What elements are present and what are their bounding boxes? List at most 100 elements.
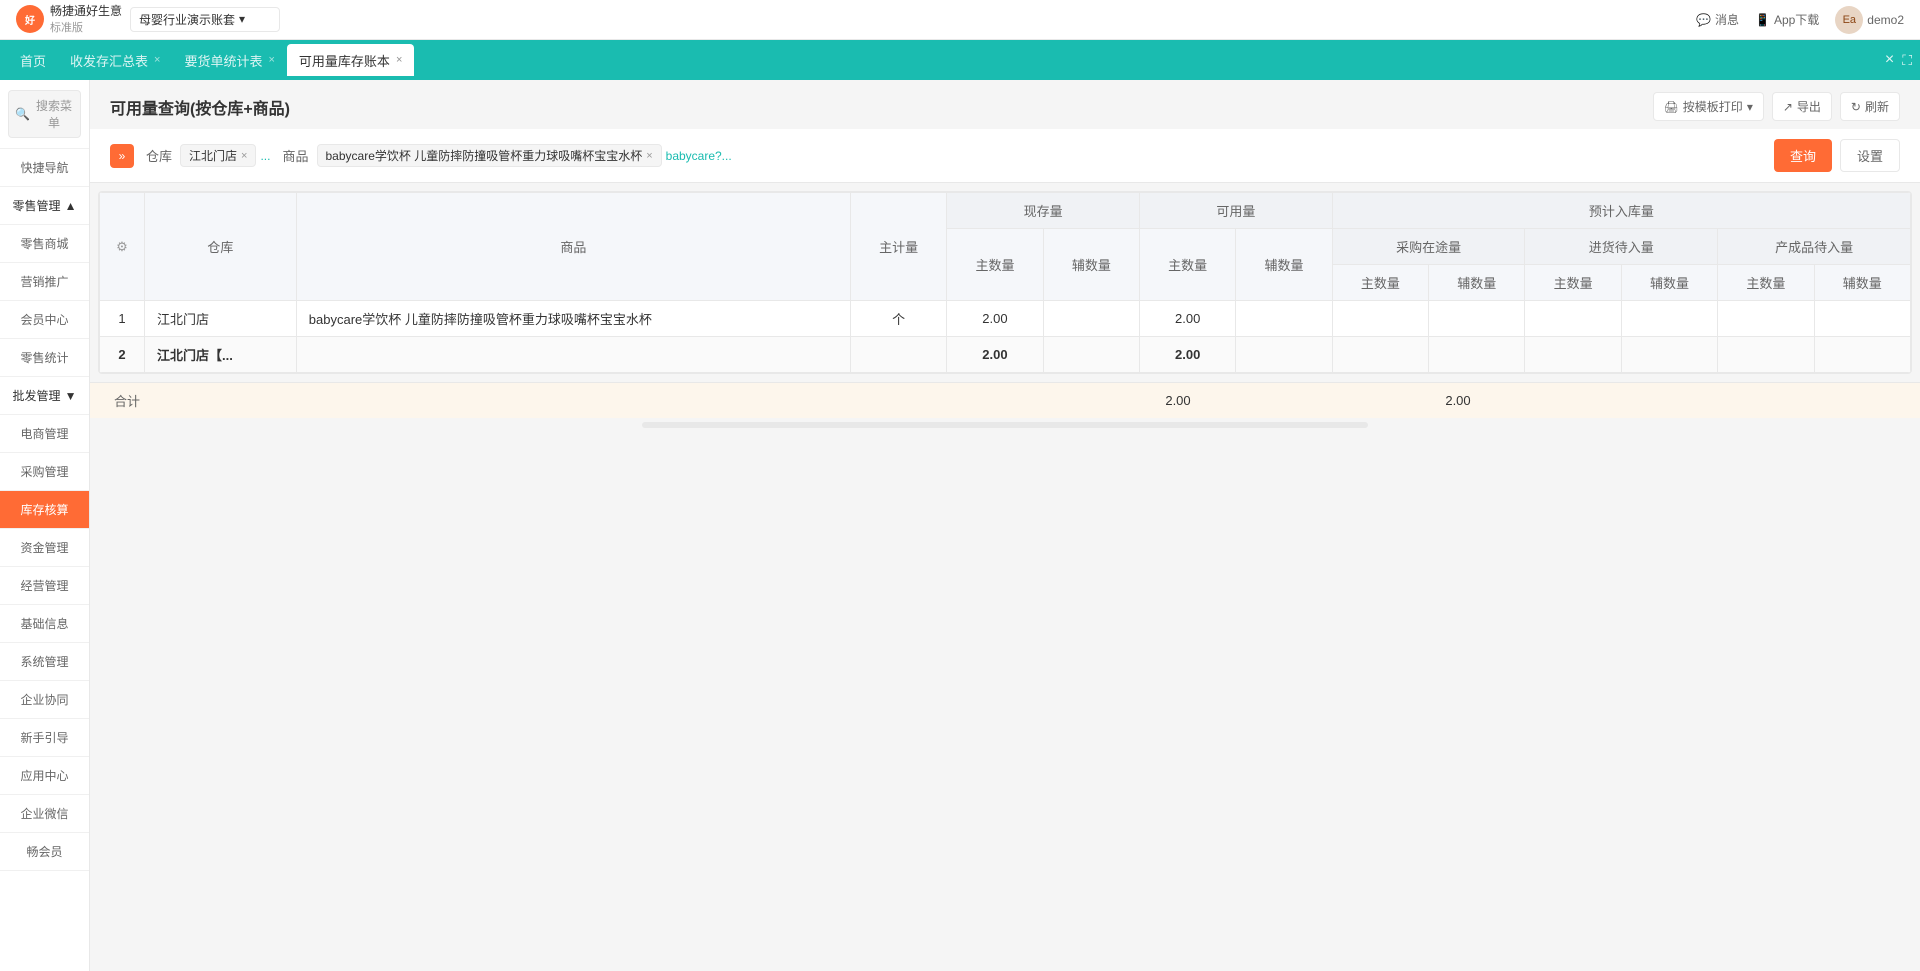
sidebar: 🔍 搜索菜单 快捷导航 零售管理 ▲ 零售商城 营销推广 会员中心 零售统计 批… [0, 80, 90, 971]
col-purchase-onway-main: 主数量 [1332, 265, 1428, 301]
tab-home-label: 首页 [20, 51, 46, 70]
tab-receive-send[interactable]: 收发存汇总表 × [58, 44, 172, 76]
export-btn[interactable]: ↗ 导出 [1772, 92, 1832, 121]
sidebar-item-vip[interactable]: 畅会员 [0, 833, 89, 871]
col-purchase-onway-aux: 辅数量 [1429, 265, 1525, 301]
warehouse-filter-tags: 江北门店 × ... [180, 144, 270, 167]
footer-label: 合计 [102, 391, 152, 410]
sidebar-item-wholesale-label: 批发管理 [13, 387, 61, 404]
close-all-tabs[interactable]: × [1885, 51, 1894, 69]
tab-order-stats[interactable]: 要货单统计表 × [172, 44, 286, 76]
sidebar-item-new-guide[interactable]: 新手引导 [0, 719, 89, 757]
logo-area: 好 畅捷通好生意 标准版 [16, 4, 122, 34]
refresh-btn[interactable]: ↻ 刷新 [1840, 92, 1900, 121]
sidebar-item-retail-stats[interactable]: 零售统计 [0, 339, 89, 377]
sidebar-item-system[interactable]: 系统管理 [0, 643, 89, 681]
sidebar-item-basic-info[interactable]: 基础信息 [0, 605, 89, 643]
product-tag-remove[interactable]: × [646, 150, 652, 162]
sidebar-item-app-center-label: 应用中心 [20, 769, 68, 783]
sidebar-item-retail-stats-label: 零售统计 [20, 351, 68, 365]
cell-product-pending-aux [1814, 301, 1910, 337]
tab-home[interactable]: 首页 [8, 44, 58, 76]
settings-icon[interactable]: ⚙ [112, 237, 132, 257]
table-footer: 合计 2.00 2.00 [90, 382, 1920, 418]
product-more[interactable]: babycare?... [666, 149, 732, 163]
settings-btn[interactable]: 设置 [1840, 139, 1900, 172]
cell-row-num: 1 [100, 301, 145, 337]
warehouse-tag-remove[interactable]: × [241, 150, 247, 162]
chevron-print: ▾ [1747, 100, 1753, 114]
sidebar-item-quicknav[interactable]: 快捷导航 [0, 149, 89, 187]
sidebar-item-marketing[interactable]: 营销推广 [0, 263, 89, 301]
cell-product-pending-main [1718, 301, 1814, 337]
sidebar-item-app-center[interactable]: 应用中心 [0, 757, 89, 795]
col-expected-in-group: 预计入库量 [1332, 193, 1910, 229]
cell-purchase-onway-main-subtotal [1332, 337, 1428, 373]
sidebar-item-enterprise-collab[interactable]: 企业协同 [0, 681, 89, 719]
filter-expand-btn[interactable]: » [110, 144, 134, 168]
refresh-icon: ↻ [1851, 100, 1861, 114]
query-btn[interactable]: 查询 [1774, 139, 1832, 172]
page-actions: 🖨 按模板打印 ▾ ↗ 导出 ↻ 刷新 [1653, 92, 1900, 121]
sidebar-item-finance-label: 资金管理 [20, 541, 68, 555]
sidebar-item-enterprise-wechat[interactable]: 企业微信 [0, 795, 89, 833]
sidebar-item-retail-management[interactable]: 零售管理 ▲ [0, 187, 89, 225]
sidebar-item-operations-label: 经营管理 [20, 579, 68, 593]
sidebar-item-member-center[interactable]: 会员中心 [0, 301, 89, 339]
table-container: ⚙ 仓库 商品 主计量 现存量 可用量 预计入库量 主数量 辅数量 主数量 辅数… [98, 191, 1912, 374]
cell-current-aux-subtotal [1043, 337, 1139, 373]
tab-receive-send-close[interactable]: × [154, 54, 160, 66]
sidebar-item-finance[interactable]: 资金管理 [0, 529, 89, 567]
col-purchase-arrival-main: 主数量 [1525, 265, 1621, 301]
sidebar-item-basic-info-label: 基础信息 [20, 617, 68, 631]
expand-icon[interactable]: ⛶ [1902, 52, 1912, 69]
user-area[interactable]: Ea demo2 [1835, 6, 1904, 34]
col-purchase-arrival-aux: 辅数量 [1621, 265, 1717, 301]
sidebar-item-inventory-label: 库存核算 [20, 501, 68, 518]
horizontal-scrollbar[interactable] [642, 422, 1368, 428]
table-row: 2 江北门店【... 2.00 2.00 [100, 337, 1911, 373]
sidebar-item-retail-mall[interactable]: 零售商城 [0, 225, 89, 263]
sidebar-item-purchase[interactable]: 采购管理 [0, 453, 89, 491]
sidebar-item-operations[interactable]: 经营管理 [0, 567, 89, 605]
sidebar-item-enterprise-wechat-label: 企业微信 [20, 807, 68, 821]
chevron-icon: ▲ [65, 199, 77, 213]
chevron-icon-wholesale: ▼ [65, 389, 77, 403]
top-bar: 好 畅捷通好生意 标准版 母婴行业演示账套 ▾ 💬 消息 📱 App下载 Ea … [0, 0, 1920, 40]
cell-available-main: 2.00 [1140, 301, 1236, 337]
cell-purchase-arrival-aux-subtotal [1621, 337, 1717, 373]
cell-product-pending-aux-subtotal [1814, 337, 1910, 373]
industry-select[interactable]: 母婴行业演示账套 ▾ [130, 7, 280, 32]
cell-purchase-onway-aux-subtotal [1429, 337, 1525, 373]
cell-current-aux [1043, 301, 1139, 337]
app-download-label: App下载 [1774, 11, 1819, 28]
tab-available-inventory-close[interactable]: × [396, 54, 402, 66]
search-menu-btn[interactable]: 🔍 搜索菜单 [8, 90, 81, 138]
message-icon: 💬 [1696, 13, 1711, 27]
message-action[interactable]: 💬 消息 [1696, 11, 1739, 28]
warehouse-tag-jiangbei: 江北门店 × [180, 144, 256, 167]
sidebar-item-ecommerce[interactable]: 电商管理 [0, 415, 89, 453]
col-current-aux: 辅数量 [1043, 229, 1139, 301]
industry-select-label: 母婴行业演示账套 [139, 11, 235, 28]
footer-current-main: 2.00 [1128, 393, 1228, 408]
sidebar-item-vip-label: 畅会员 [26, 845, 62, 859]
warehouse-filter-label: 仓库 [146, 146, 172, 165]
warehouse-more[interactable]: ... [260, 149, 270, 163]
logo-text: 畅捷通好生意 [50, 4, 122, 18]
col-purchase-arrival-group: 进货待入量 [1525, 229, 1718, 265]
sidebar-item-wholesale[interactable]: 批发管理 ▼ [0, 377, 89, 415]
print-by-template-btn[interactable]: 🖨 按模板打印 ▾ [1653, 92, 1764, 121]
search-icon: 🔍 [15, 107, 30, 121]
tab-receive-send-label: 收发存汇总表 [70, 51, 148, 70]
download-icon: 📱 [1755, 13, 1770, 27]
cell-purchase-arrival-main-subtotal [1525, 337, 1621, 373]
filter-actions: 查询 设置 [1774, 139, 1900, 172]
sidebar-item-member-center-label: 会员中心 [20, 313, 68, 327]
print-label: 按模板打印 [1683, 98, 1743, 115]
tab-order-stats-close[interactable]: × [268, 54, 274, 66]
sidebar-item-inventory[interactable]: 库存核算 [0, 491, 89, 529]
app-download-action[interactable]: 📱 App下载 [1755, 11, 1819, 28]
tab-available-inventory[interactable]: 可用量库存账本 × [287, 44, 414, 76]
product-filter-group: 商品 babycare学饮杯 儿童防摔防撞吸管杯重力球吸嘴杯宝宝水杯 × bab… [282, 144, 731, 167]
